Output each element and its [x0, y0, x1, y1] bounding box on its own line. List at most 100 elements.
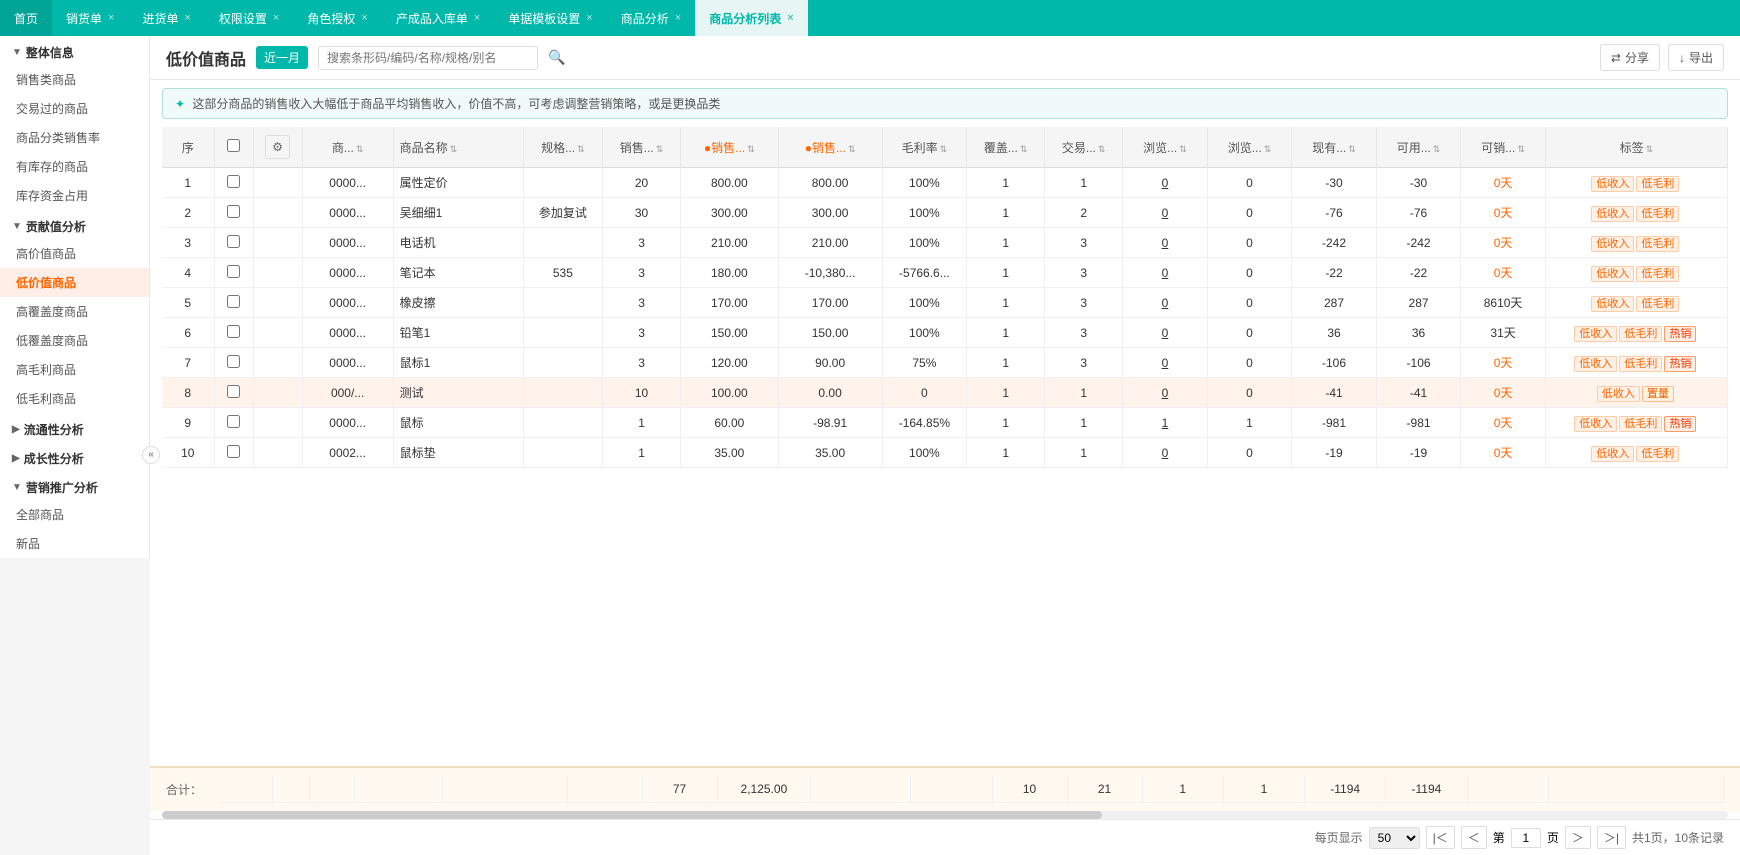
col-header-code[interactable]: 商...⇅	[302, 127, 393, 168]
cell-browse1[interactable]: 0	[1123, 198, 1208, 228]
sidebar-item-all-products[interactable]: 全部商品	[0, 500, 149, 529]
last-page-button[interactable]: ＞|	[1597, 826, 1626, 849]
col-header-gross[interactable]: 毛利率⇅	[882, 127, 967, 168]
export-button[interactable]: ↓ 导出	[1668, 44, 1724, 71]
sidebar-item-stocked-products[interactable]: 有库存的商品	[0, 152, 149, 181]
horizontal-scrollbar[interactable]	[162, 811, 1728, 819]
close-icon[interactable]: ×	[361, 12, 367, 24]
select-all-checkbox[interactable]	[227, 139, 240, 152]
cell-check[interactable]	[214, 258, 253, 288]
cell-browse1[interactable]: 0	[1123, 378, 1208, 408]
gear-button[interactable]: ⚙	[265, 135, 290, 159]
row-checkbox[interactable]	[227, 445, 240, 458]
page-number-input[interactable]	[1511, 828, 1541, 848]
sidebar-group-contribution[interactable]: ▼ 贡献值分析	[0, 210, 149, 239]
nav-item-role[interactable]: 角色授权 ×	[293, 0, 381, 36]
cell-browse1[interactable]: 0	[1123, 438, 1208, 468]
sidebar-collapse-button[interactable]: «	[142, 446, 160, 464]
cell-name: 橡皮擦	[393, 288, 523, 318]
close-icon[interactable]: ×	[675, 12, 681, 24]
cell-browse1[interactable]: 0	[1123, 228, 1208, 258]
col-header-sellable[interactable]: 可销...⇅	[1461, 127, 1546, 168]
col-header-tag[interactable]: 标签⇅	[1545, 127, 1727, 168]
col-header-gear[interactable]: ⚙	[253, 127, 302, 168]
close-icon[interactable]: ×	[184, 12, 190, 24]
nav-item-analysis[interactable]: 商品分析 ×	[607, 0, 695, 36]
cell-check[interactable]	[214, 408, 253, 438]
nav-item-home[interactable]: 首页	[0, 0, 52, 36]
sidebar-item-traded-products[interactable]: 交易过的商品	[0, 94, 149, 123]
sidebar-item-low-margin[interactable]: 低毛利商品	[0, 384, 149, 413]
nav-item-product-stock[interactable]: 产成品入库单 ×	[382, 0, 494, 36]
first-page-button[interactable]: |＜	[1426, 826, 1455, 849]
cell-browse1[interactable]: 0	[1123, 318, 1208, 348]
col-header-spec[interactable]: 规格...⇅	[523, 127, 602, 168]
share-button[interactable]: ⇄ 分享	[1600, 44, 1660, 71]
nav-item-template[interactable]: 单据模板设置 ×	[494, 0, 606, 36]
cell-check[interactable]	[214, 378, 253, 408]
nav-item-permission[interactable]: 权限设置 ×	[205, 0, 293, 36]
cell-check[interactable]	[214, 168, 253, 198]
cell-browse1[interactable]: 1	[1123, 408, 1208, 438]
row-checkbox[interactable]	[227, 325, 240, 338]
scrollbar-thumb[interactable]	[162, 811, 1102, 819]
col-header-cover[interactable]: 覆盖...⇅	[967, 127, 1045, 168]
row-checkbox[interactable]	[227, 205, 240, 218]
sidebar-item-low-coverage[interactable]: 低覆盖度商品	[0, 326, 149, 355]
sidebar-item-low-value[interactable]: 低价值商品	[0, 268, 149, 297]
cell-idx: 3	[162, 228, 214, 258]
sidebar-item-category-sales-rate[interactable]: 商品分类销售率	[0, 123, 149, 152]
col-header-browse1[interactable]: 浏览...⇅	[1123, 127, 1208, 168]
cell-browse1[interactable]: 0	[1123, 258, 1208, 288]
row-checkbox[interactable]	[227, 295, 240, 308]
sidebar-item-high-coverage[interactable]: 高覆盖度商品	[0, 297, 149, 326]
col-header-sales-avg[interactable]: ●销售...⇅	[778, 127, 882, 168]
sidebar-item-new-products[interactable]: 新品	[0, 529, 149, 558]
nav-item-sales[interactable]: 销货单 ×	[52, 0, 128, 36]
cell-browse1[interactable]: 0	[1123, 348, 1208, 378]
footer-sales-qty: 77	[642, 776, 717, 803]
cell-browse1[interactable]: 0	[1123, 168, 1208, 198]
search-input[interactable]	[318, 46, 538, 70]
cell-check[interactable]	[214, 348, 253, 378]
sidebar-item-high-value[interactable]: 高价值商品	[0, 239, 149, 268]
col-header-sales-amt[interactable]: ●销售...⇅	[681, 127, 779, 168]
cell-browse1[interactable]: 0	[1123, 288, 1208, 318]
search-icon[interactable]: 🔍	[548, 49, 565, 66]
per-page-select[interactable]: 50 100 200	[1369, 827, 1420, 849]
row-checkbox[interactable]	[227, 355, 240, 368]
sidebar-group-overall[interactable]: ▼ 整体信息	[0, 36, 149, 65]
prev-page-button[interactable]: ＜	[1461, 826, 1487, 849]
period-button[interactable]: 近一月	[256, 46, 308, 69]
row-checkbox[interactable]	[227, 385, 240, 398]
col-header-browse2[interactable]: 浏览...⇅	[1207, 127, 1292, 168]
col-header-avail[interactable]: 可用...⇅	[1376, 127, 1461, 168]
close-icon[interactable]: ×	[586, 12, 592, 24]
sidebar-item-sales-products[interactable]: 销售类商品	[0, 65, 149, 94]
nav-item-analysis-list[interactable]: 商品分析列表 ×	[695, 0, 807, 36]
sidebar-group-marketing[interactable]: ▼ 营销推广分析	[0, 471, 149, 500]
cell-check[interactable]	[214, 198, 253, 228]
cell-check[interactable]	[214, 318, 253, 348]
col-header-name[interactable]: 商品名称⇅	[393, 127, 523, 168]
cell-check[interactable]	[214, 438, 253, 468]
close-icon[interactable]: ×	[108, 12, 114, 24]
sidebar-group-circulation[interactable]: ▶ 流通性分析	[0, 413, 149, 442]
nav-item-purchase[interactable]: 进货单 ×	[128, 0, 204, 36]
sidebar-group-growth[interactable]: ▶ 成长性分析	[0, 442, 149, 471]
close-icon[interactable]: ×	[474, 12, 480, 24]
col-header-trade[interactable]: 交易...⇅	[1045, 127, 1123, 168]
row-checkbox[interactable]	[227, 235, 240, 248]
col-header-stock[interactable]: 现有...⇅	[1292, 127, 1377, 168]
cell-check[interactable]	[214, 228, 253, 258]
sidebar-item-high-margin[interactable]: 高毛利商品	[0, 355, 149, 384]
row-checkbox[interactable]	[227, 415, 240, 428]
close-icon[interactable]: ×	[273, 12, 279, 24]
row-checkbox[interactable]	[227, 175, 240, 188]
next-page-button[interactable]: ＞	[1565, 826, 1591, 849]
row-checkbox[interactable]	[227, 265, 240, 278]
sidebar-item-stock-capital[interactable]: 库存资金占用	[0, 181, 149, 210]
close-icon[interactable]: ×	[787, 12, 793, 24]
cell-check[interactable]	[214, 288, 253, 318]
col-header-sales-qty[interactable]: 销售...⇅	[603, 127, 681, 168]
